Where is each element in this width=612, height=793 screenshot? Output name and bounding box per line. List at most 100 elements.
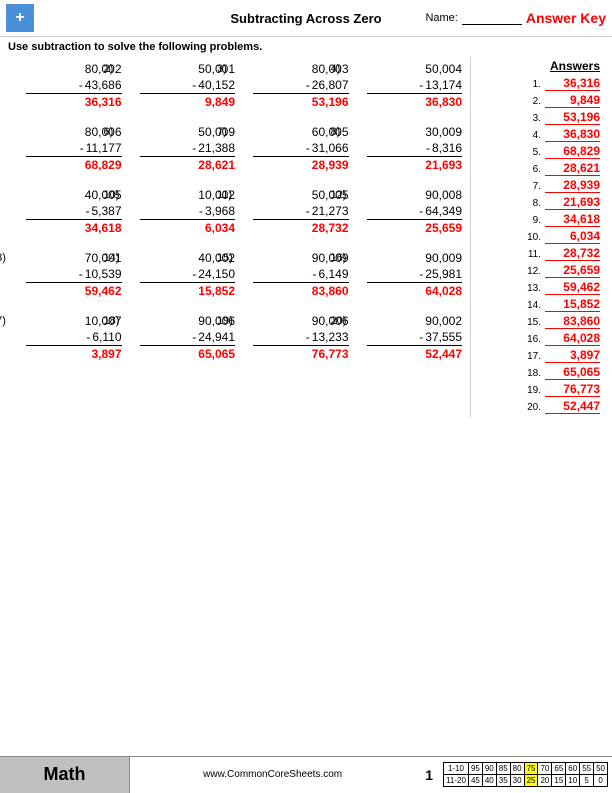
problem-number: 7) [217, 126, 227, 138]
score-table: 1-109590858075706560555011-2045403530252… [443, 762, 608, 787]
problem-number: 12) [331, 189, 347, 201]
subtrahend: -8,316 [367, 140, 463, 156]
minuend: 90,002 [367, 313, 463, 329]
score-cell: 35 [496, 775, 510, 787]
subtrahend: -43,686 [26, 77, 122, 93]
score-cell: 50 [594, 763, 608, 775]
answer-item: 10.6,034 [475, 228, 608, 245]
minuend: 90,008 [367, 187, 463, 203]
answers-list: 1.36,3162.9,8493.53,1964.36,8305.68,8296… [475, 75, 608, 415]
answer-item: 15.83,860 [475, 313, 608, 330]
problem-row: 13)70,001-10,53959,46214)40,002-24,15015… [8, 250, 462, 299]
result: 25,659 [367, 219, 463, 236]
score-cell: 25 [524, 775, 538, 787]
problem-number: 20) [331, 315, 347, 327]
problem-number: 2) [104, 63, 114, 75]
problem-number: 3) [217, 63, 227, 75]
answer-number: 12. [523, 266, 541, 277]
logo-icon: + [6, 4, 34, 32]
answer-value: 28,732 [545, 246, 600, 261]
result: 65,065 [140, 345, 236, 362]
problem-number: 18) [104, 315, 120, 327]
score-cell: 60 [566, 763, 580, 775]
answer-item: 14.15,852 [475, 296, 608, 313]
answer-number: 2. [523, 96, 541, 107]
answer-item: 13.59,462 [475, 279, 608, 296]
subtrahend: -21,273 [253, 203, 349, 219]
result: 21,693 [367, 156, 463, 173]
answer-value: 83,860 [545, 314, 600, 329]
answer-number: 7. [523, 181, 541, 192]
minuend: 50,004 [367, 61, 463, 77]
score-cell: 15 [552, 775, 566, 787]
answer-key-label: Answer Key [526, 10, 606, 26]
answer-number: 9. [523, 215, 541, 226]
answer-item: 17.3,897 [475, 347, 608, 364]
answer-item: 4.36,830 [475, 126, 608, 143]
answer-number: 17. [523, 351, 541, 362]
subtrahend: -31,066 [253, 140, 349, 156]
problem-number: 11) [217, 189, 232, 201]
result: 34,618 [26, 219, 122, 236]
problem: 4)50,004-13,17436,830 [349, 61, 463, 110]
answer-value: 76,773 [545, 382, 600, 397]
score-cell: 80 [510, 763, 524, 775]
answer-sidebar: Answers 1.36,3162.9,8493.53,1964.36,8305… [470, 57, 612, 417]
problem-number: 19) [217, 315, 233, 327]
answer-value: 65,065 [545, 365, 600, 380]
score-cell: 10 [566, 775, 580, 787]
answer-number: 4. [523, 130, 541, 141]
problem-number: 13) [0, 252, 6, 264]
answer-number: 6. [523, 164, 541, 175]
problem-number: 10) [104, 189, 120, 201]
name-label: Name: [425, 12, 457, 24]
subtrahend: -64,349 [367, 203, 463, 219]
result: 28,939 [253, 156, 349, 173]
subtrahend: -21,388 [140, 140, 236, 156]
subtrahend: -37,555 [367, 329, 463, 345]
result: 3,897 [26, 345, 122, 362]
answer-item: 3.53,196 [475, 109, 608, 126]
header: + Subtracting Across Zero Name: Answer K… [0, 0, 612, 37]
subtrahend: -6,110 [26, 329, 122, 345]
answer-number: 16. [523, 334, 541, 345]
answer-number: 11. [523, 249, 541, 260]
answer-value: 68,829 [545, 144, 600, 159]
answer-number: 20. [523, 402, 541, 413]
problem-row: 5)80,006-11,17768,8296)50,009-21,38828,6… [8, 124, 462, 173]
subtrahend: -10,539 [26, 266, 122, 282]
answer-value: 53,196 [545, 110, 600, 125]
problem-number: 8) [331, 126, 341, 138]
answer-number: 18. [523, 368, 541, 379]
answer-number: 1. [523, 79, 541, 90]
answer-value: 21,693 [545, 195, 600, 210]
score-cell: 75 [524, 763, 538, 775]
answer-value: 25,659 [545, 263, 600, 278]
answer-item: 9.34,618 [475, 211, 608, 228]
answer-value: 15,852 [545, 297, 600, 312]
name-area: Name: Answer Key [425, 10, 606, 26]
result: 15,852 [140, 282, 236, 299]
subtrahend: -40,152 [140, 77, 236, 93]
score-cell: 70 [538, 763, 552, 775]
problem-row: 17)10,007-6,1103,89718)90,006-24,94165,0… [8, 313, 462, 362]
answer-value: 36,316 [545, 76, 600, 91]
problems-area: 1)80,002-43,68636,3162)50,001-40,1529,84… [0, 57, 470, 417]
answer-value: 59,462 [545, 280, 600, 295]
website-url: www.CommonCoreSheets.com [203, 769, 342, 780]
answer-value: 64,028 [545, 331, 600, 346]
score-cell: 20 [538, 775, 552, 787]
score-cell: 55 [580, 763, 594, 775]
score-cell: 85 [496, 763, 510, 775]
math-label: Math [0, 757, 130, 793]
answer-value: 28,621 [545, 161, 600, 176]
problem: 20)90,002-37,55552,447 [349, 313, 463, 362]
answer-item: 5.68,829 [475, 143, 608, 160]
score-cell: 65 [552, 763, 566, 775]
score-range: 11-20 [444, 775, 469, 787]
result: 64,028 [367, 282, 463, 299]
main-content: 1)80,002-43,68636,3162)50,001-40,1529,84… [0, 57, 612, 417]
answer-item: 2.9,849 [475, 92, 608, 109]
answers-title: Answers [475, 59, 608, 73]
score-range: 1-10 [444, 763, 469, 775]
